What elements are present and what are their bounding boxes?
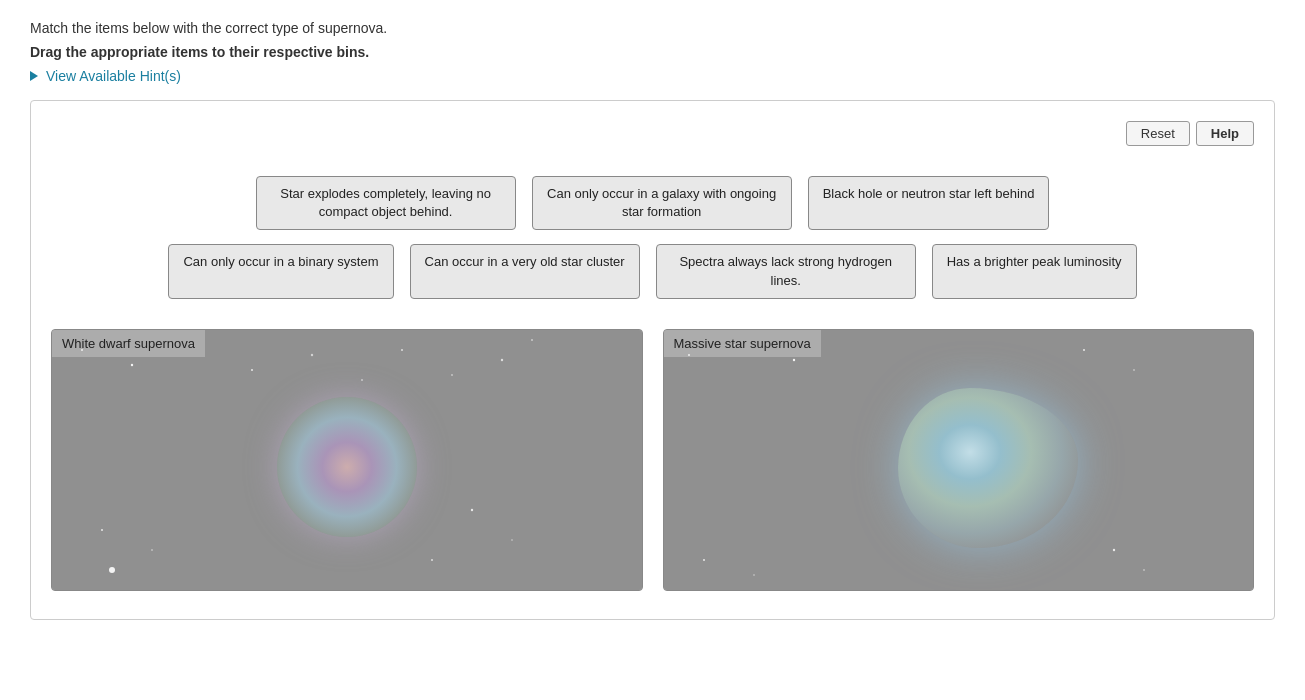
white-dwarf-bin[interactable]: White dwarf supernova [51, 329, 643, 591]
svg-point-24 [1143, 569, 1145, 571]
drop-bins: White dwarf supernova [51, 329, 1254, 591]
drag-row-1: Star explodes completely, leaving no com… [256, 176, 1050, 230]
massive-star-image [664, 330, 1254, 590]
svg-point-10 [101, 529, 103, 531]
svg-point-13 [511, 539, 513, 541]
drag-item-2[interactable]: Can only occur in a galaxy with ongoing … [532, 176, 792, 230]
drag-row-2: Can only occur in a binary system Can oc… [168, 244, 1136, 298]
svg-point-8 [501, 359, 503, 361]
svg-point-1 [131, 364, 133, 366]
svg-point-6 [401, 349, 403, 351]
massive-star-bin[interactable]: Massive star supernova [663, 329, 1255, 591]
svg-point-19 [1083, 349, 1085, 351]
main-container: Reset Help Star explodes completely, lea… [30, 100, 1275, 620]
drag-item-4[interactable]: Can only occur in a binary system [168, 244, 393, 298]
hint-link[interactable]: View Available Hint(s) [30, 68, 1275, 84]
help-button[interactable]: Help [1196, 121, 1254, 146]
svg-point-12 [471, 509, 473, 511]
svg-point-21 [703, 559, 705, 561]
drag-items-area: Star explodes completely, leaving no com… [51, 176, 1254, 299]
top-buttons: Reset Help [51, 121, 1254, 146]
instructions-line2: Drag the appropriate items to their resp… [30, 44, 1275, 60]
svg-point-18 [792, 359, 794, 361]
svg-point-11 [151, 549, 153, 551]
drag-item-3[interactable]: Black hole or neutron star left behind [808, 176, 1050, 230]
reset-button[interactable]: Reset [1126, 121, 1190, 146]
hint-label: View Available Hint(s) [46, 68, 181, 84]
svg-point-4 [311, 354, 313, 356]
drag-item-7[interactable]: Has a brighter peak luminosity [932, 244, 1137, 298]
white-dwarf-image [52, 330, 642, 590]
drag-item-5[interactable]: Can occur in a very old star cluster [410, 244, 640, 298]
svg-point-22 [753, 574, 755, 576]
white-dwarf-label: White dwarf supernova [52, 330, 205, 357]
drag-item-1[interactable]: Star explodes completely, leaving no com… [256, 176, 516, 230]
white-dwarf-bg [52, 330, 642, 590]
instructions-line1: Match the items below with the correct t… [30, 20, 1275, 36]
svg-point-7 [451, 374, 453, 376]
white-dwarf-nebula [277, 397, 417, 537]
svg-point-9 [531, 339, 533, 341]
svg-point-14 [109, 567, 115, 573]
massive-star-label: Massive star supernova [664, 330, 821, 357]
drag-item-6[interactable]: Spectra always lack strong hydrogen line… [656, 244, 916, 298]
svg-point-20 [1133, 369, 1135, 371]
massive-star-bg [664, 330, 1254, 590]
svg-point-5 [361, 379, 363, 381]
hint-arrow-icon [30, 71, 38, 81]
svg-point-23 [1112, 549, 1114, 551]
svg-point-15 [431, 559, 433, 561]
svg-point-3 [251, 369, 253, 371]
